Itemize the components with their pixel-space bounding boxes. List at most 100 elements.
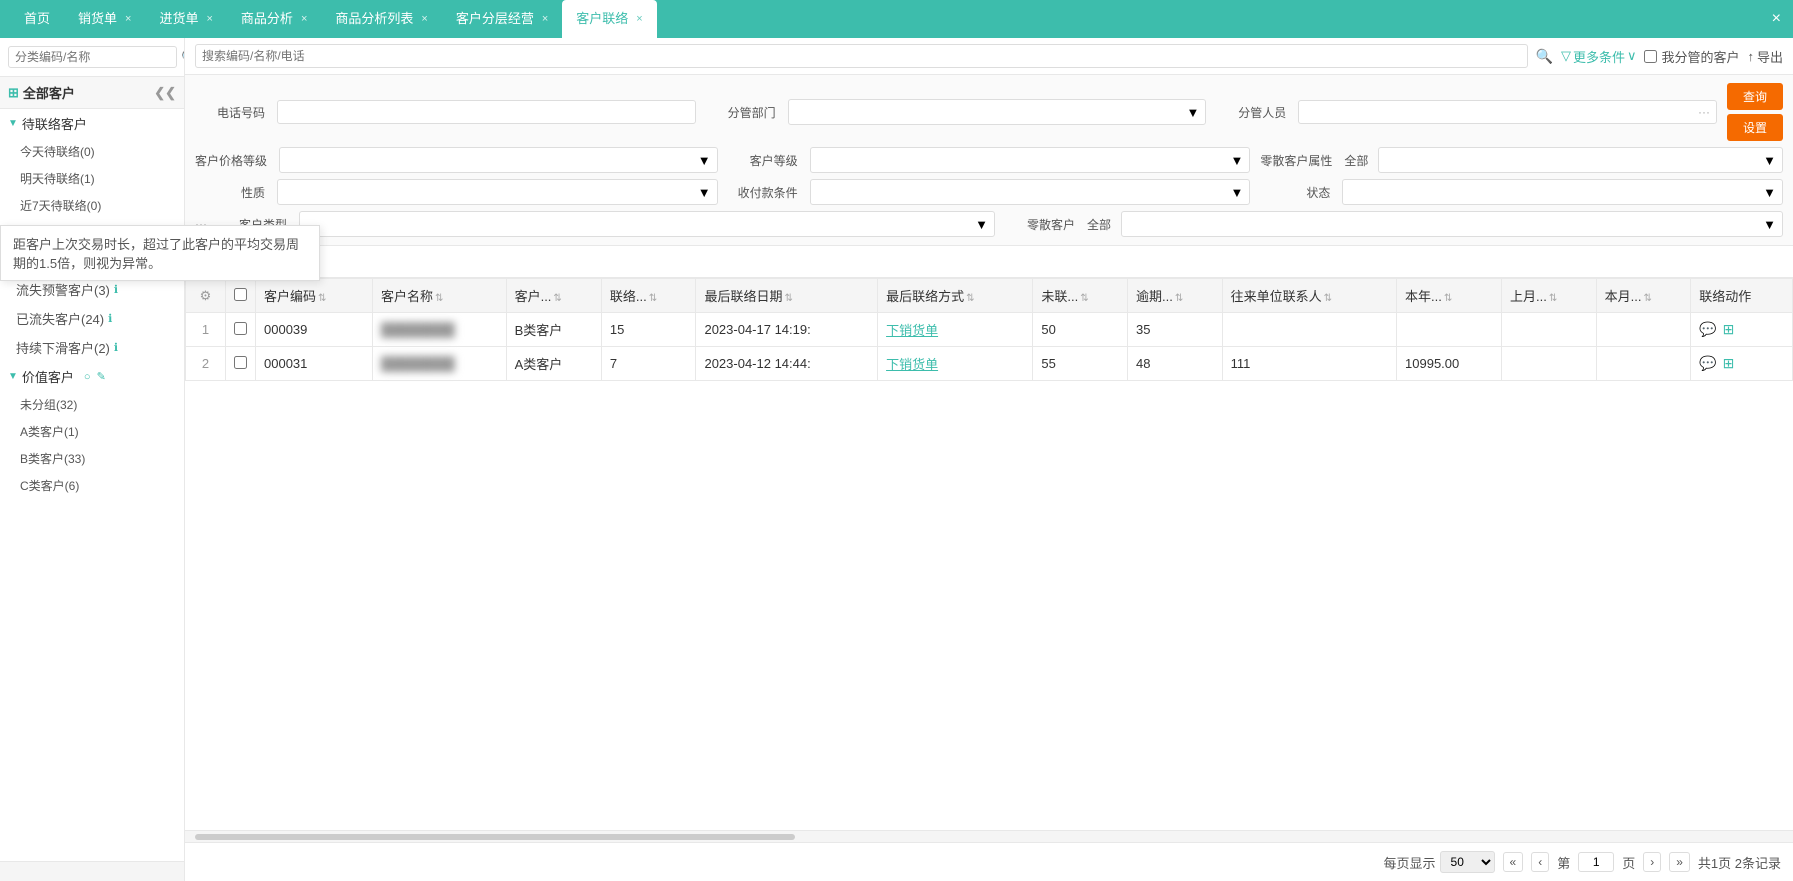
sort-partner-icon[interactable]: ⇅ [1324,293,1332,304]
nature-select[interactable]: ▼ [277,179,718,205]
retail-customer-select[interactable]: ▼ [1121,211,1783,237]
nav-customer-contact[interactable]: 客户联络 × [562,0,656,38]
triangle-icon: ▼ [8,118,18,129]
table-row: 2 000031 ████████ A类客户 7 2023-04-12 14:4… [186,347,1793,381]
search-filter-icon[interactable]: 🔍 [1536,48,1553,65]
payment-select[interactable]: ▼ [810,179,1251,205]
sort-this-month-icon[interactable]: ⇅ [1643,293,1651,304]
customer-grade-label: 客户等级 [728,152,798,169]
sort-name-icon[interactable]: ⇅ [435,293,443,304]
chat-icon-1[interactable]: 💬 [1699,355,1716,372]
row-checkbox-0[interactable] [234,322,247,335]
sidebar-tomorrow-pending[interactable]: 明天待联络(1) [0,165,184,192]
cell-actions: 💬 ⊞ [1691,347,1793,381]
retail-attr-filter: 零散客户属性 全部 ▼ [1260,147,1783,173]
status-select[interactable]: ▼ [1342,179,1783,205]
dept-select[interactable]: ▼ [788,99,1207,125]
add-value-group-icon[interactable]: ✎ [97,370,106,383]
collapse-sidebar-icon[interactable]: ❮❮ [154,85,176,101]
retail-attr-select[interactable]: ▼ [1378,147,1783,173]
manager-more-icon[interactable]: ··· [1698,105,1710,119]
sidebar-b-class[interactable]: B类客户(33) [0,445,184,472]
cell-last-date: 2023-04-17 14:19: [696,313,878,347]
nav-sales[interactable]: 销货单 × [64,0,145,38]
close-purchase-tab[interactable]: × [206,0,212,38]
window-close-button[interactable]: × [1772,10,1781,28]
page-input[interactable] [1578,852,1614,872]
customer-type-filter: 客户类型 ▼ [217,211,995,237]
more-action-icon-1[interactable]: ⊞ [1723,355,1735,372]
export-button[interactable]: ↑ 导出 [1747,47,1783,66]
close-customer-segment-tab[interactable]: × [542,0,548,38]
select-all-checkbox[interactable] [234,288,247,301]
value-customer-group[interactable]: ▼ 价值客户 ○ ✎ [0,362,184,391]
close-product-analysis-tab[interactable]: × [301,0,307,38]
customer-grade-chevron-icon: ▼ [1230,153,1243,168]
pending-contact-group[interactable]: ▼ 待联络客户 [0,109,184,138]
sidebar-c-class[interactable]: C类客户(6) [0,472,184,499]
settings-button[interactable]: 设置 [1727,114,1783,141]
nature-chevron-icon: ▼ [698,185,711,200]
th-this-year: 本年...⇅ [1397,279,1502,313]
sidebar-search-input[interactable] [8,46,177,68]
close-product-list-tab[interactable]: × [421,0,427,38]
more-conditions-btn[interactable]: ▽ 更多条件 ∨ [1561,47,1637,66]
sort-code-icon[interactable]: ⇅ [318,293,326,304]
sidebar-7days-pending[interactable]: 近7天待联络(0) [0,192,184,219]
retail-attr-chevron-icon: ▼ [1763,153,1776,168]
th-category: 客户...⇅ [506,279,601,313]
bottom-scrollbar[interactable] [195,834,795,840]
chat-icon-0[interactable]: 💬 [1699,321,1716,338]
my-customers-checkbox[interactable] [1644,50,1657,63]
customer-type-select[interactable]: ▼ [299,211,995,237]
nature-filter: 性质 ▼ [195,179,718,205]
per-page-select[interactable]: 50 100 [1440,851,1495,873]
nav-product-list[interactable]: 商品分析列表 × [321,0,441,38]
sort-last-month-icon[interactable]: ⇅ [1549,293,1557,304]
more-action-icon-0[interactable]: ⊞ [1723,321,1735,338]
cell-code: 000039 [256,313,373,347]
price-grade-select[interactable]: ▼ [279,147,718,173]
th-last-method: 最后联络方式⇅ [878,279,1033,313]
sort-method-icon[interactable]: ⇅ [966,293,974,304]
close-sales-tab[interactable]: × [125,0,131,38]
nav-home[interactable]: 首页 [10,0,64,38]
table-body: 1 000039 ████████ B类客户 15 2023-04-17 14:… [186,313,1793,381]
last-method-link-0[interactable]: 下销货单 [886,323,938,338]
sidebar-a-class[interactable]: A类客户(1) [0,418,184,445]
row-checkbox-1[interactable] [234,356,247,369]
nav-product-analysis[interactable]: 商品分析 × [227,0,321,38]
my-customers-checkbox-label[interactable]: 我分管的客户 [1644,47,1739,66]
first-page-btn[interactable]: « [1503,852,1524,872]
sort-contacts-icon[interactable]: ⇅ [649,293,657,304]
sort-overdue-icon[interactable]: ⇅ [1175,293,1183,304]
sidebar-churned[interactable]: 已流失客户(24) ℹ [0,304,184,333]
next-page-btn[interactable]: › [1643,852,1661,872]
sort-not-contacted-icon[interactable]: ⇅ [1080,293,1088,304]
price-grade-label: 客户价格等级 [195,152,267,169]
nav-customer-segment[interactable]: 客户分层经营 × [442,0,562,38]
query-button[interactable]: 查询 [1727,83,1783,110]
pagination-bar: 每页显示 50 100 « ‹ 第 页 › » 共1页 2条记录 [185,842,1793,881]
phone-input[interactable] [277,100,696,124]
search-input[interactable] [195,44,1528,68]
close-customer-contact-tab[interactable]: × [636,0,642,38]
action-icons-0: 💬 ⊞ [1699,321,1784,338]
cell-not-contacted: 50 [1033,313,1128,347]
sidebar-today-pending[interactable]: 今天待联络(0) [0,138,184,165]
cell-name: ████████ [372,347,506,381]
customer-grade-select[interactable]: ▼ [810,147,1251,173]
top-navigation: 首页 销货单 × 进货单 × 商品分析 × 商品分析列表 × 客户分层经营 × … [0,0,1793,38]
nav-purchase[interactable]: 进货单 × [145,0,226,38]
last-method-link-1[interactable]: 下销货单 [886,357,938,372]
settings-gear-icon[interactable]: ⚙ [200,288,212,303]
sidebar-declining[interactable]: 持续下滑客户(2) ℹ [0,333,184,362]
sort-date-icon[interactable]: ⇅ [784,293,792,304]
edit-value-group-icon[interactable]: ○ [84,371,91,383]
last-page-btn[interactable]: » [1669,852,1690,872]
sidebar-ungroupe[interactable]: 未分组(32) [0,391,184,418]
retail-customer-label: 零散客户 [1005,216,1075,233]
sort-this-year-icon[interactable]: ⇅ [1444,293,1452,304]
prev-page-btn[interactable]: ‹ [1531,852,1549,872]
sort-category-icon[interactable]: ⇅ [553,293,561,304]
